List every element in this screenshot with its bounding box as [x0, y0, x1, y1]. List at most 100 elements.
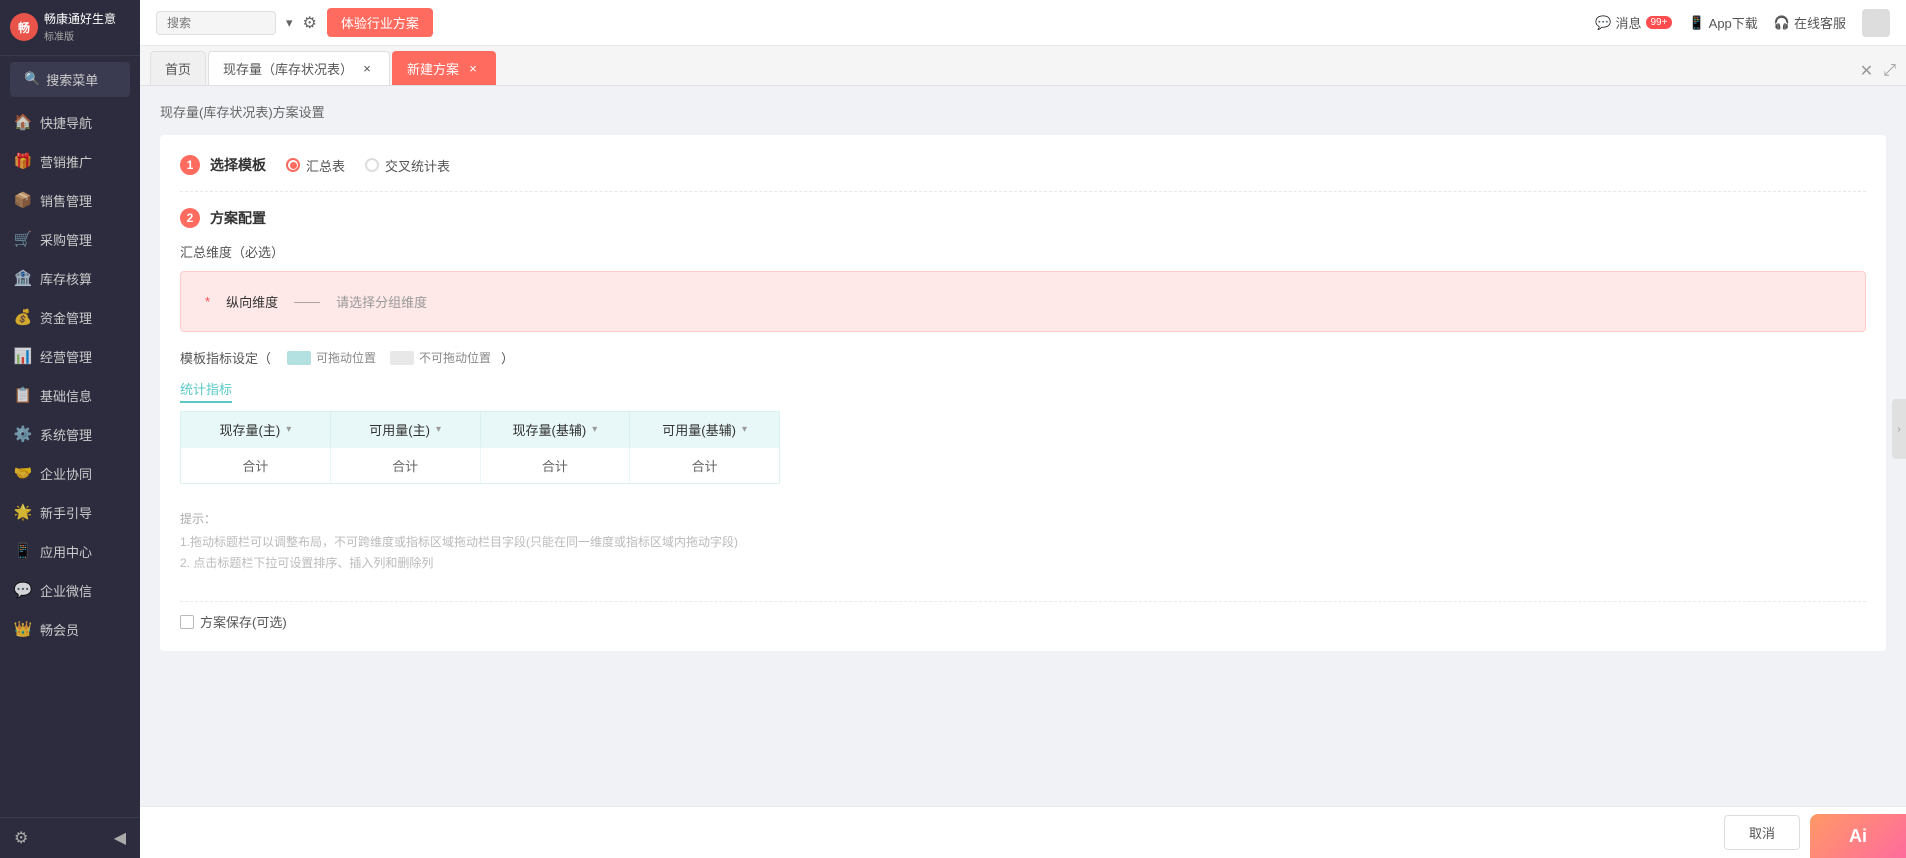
step1-num: 1 — [180, 155, 200, 175]
chart-icon: 📊 — [14, 347, 32, 365]
sidebar-item-system[interactable]: ⚙️ 系统管理 — [0, 415, 140, 454]
collapse-icon[interactable]: ◀ — [114, 828, 126, 848]
app-download-button[interactable]: 📱 App下载 — [1688, 13, 1757, 32]
page-title: 现存量(库存状况表)方案设置 — [160, 102, 1886, 121]
msg-button[interactable]: 💬 消息 99+ — [1595, 13, 1672, 32]
stats-table: 现存量(主) ▾ 可用量(主) ▾ 现存量(基辅) ▾ 可用量(基辅) — [180, 411, 780, 484]
tab-new-plan-close[interactable]: × — [465, 61, 481, 77]
user-avatar[interactable] — [1862, 9, 1890, 37]
sidebar-item-label: 销售管理 — [40, 191, 92, 210]
sidebar-item-label: 库存核算 — [40, 269, 92, 288]
sidebar-item-sales[interactable]: 📦 销售管理 — [0, 181, 140, 220]
topbar-search-input[interactable] — [156, 11, 276, 35]
radio-cross-label: 交叉统计表 — [385, 156, 450, 175]
radio-summary[interactable]: 汇总表 — [286, 156, 345, 175]
tab-home[interactable]: 首页 — [150, 51, 206, 85]
sidebar-item-basic-info[interactable]: 📋 基础信息 — [0, 376, 140, 415]
sidebar-item-wechat[interactable]: 💬 企业微信 — [0, 571, 140, 610]
col2-label: 可用量(主) — [369, 420, 430, 439]
bank-icon: 🏦 — [14, 269, 32, 287]
col4-chevron[interactable]: ▾ — [742, 424, 747, 435]
stats-col-1[interactable]: 现存量(主) ▾ — [181, 412, 331, 447]
sidebar-item-label: 资金管理 — [40, 308, 92, 327]
sidebar-logo: 畅 畅康通好生意 标准版 — [0, 0, 140, 56]
col1-chevron[interactable]: ▾ — [286, 424, 291, 435]
sidebar-nav: 🔍 搜索菜单 🏠 快捷导航 🎁 营销推广 📦 销售管理 🛒 采购管理 🏦 库存核… — [0, 56, 140, 817]
save-checkbox-label[interactable]: 方案保存(可选) — [180, 612, 1866, 631]
mobile-icon: 📱 — [14, 542, 32, 560]
save-checkbox[interactable] — [180, 615, 194, 629]
radio-cross[interactable]: 交叉统计表 — [365, 156, 450, 175]
panel-close-icon[interactable]: ✕ — [1860, 61, 1873, 81]
message-icon: 💬 — [1595, 15, 1611, 31]
cancel-button[interactable]: 取消 — [1724, 815, 1800, 850]
save-checkbox-text: 方案保存(可选) — [200, 612, 287, 631]
tab-inventory[interactable]: 现存量（库存状况表） × — [208, 51, 390, 85]
movable-label: 可拖动位置 — [316, 349, 376, 366]
tip-2: 2. 点击标题栏下拉可设置排序、插入列和删除列 — [180, 554, 1866, 571]
headset-icon: 🎧 — [1774, 15, 1790, 31]
industry-btn[interactable]: 体验行业方案 — [327, 8, 433, 37]
tip-1-text: 1.拖动标题栏可以调整布局，不可跨维度或指标区域拖动栏目字段(只能在同一维度或指… — [180, 533, 738, 550]
cell-1-2: 合计 — [331, 448, 481, 483]
legend-fixed: 不可拖动位置 — [390, 349, 491, 366]
dimension-row[interactable]: * 纵向维度 —— 请选择分组维度 — [180, 271, 1866, 332]
sidebar: 畅 畅康通好生意 标准版 🔍 搜索菜单 🏠 快捷导航 🎁 营销推广 📦 销售管理… — [0, 0, 140, 858]
sidebar-item-label: 畅会员 — [40, 620, 79, 639]
sidebar-item-label: 营销推广 — [40, 152, 92, 171]
radio-summary-dot — [286, 158, 300, 172]
col2-chevron[interactable]: ▾ — [436, 424, 441, 435]
stats-col-2[interactable]: 可用量(主) ▾ — [331, 412, 481, 447]
sidebar-item-cooperation[interactable]: 🤝 企业协同 — [0, 454, 140, 493]
col3-label: 现存量(基辅) — [513, 420, 587, 439]
chat-icon: 💬 — [14, 581, 32, 599]
msg-badge: 99+ — [1646, 16, 1673, 29]
footer-bar: 取消 查询 — [140, 806, 1906, 858]
tab-new-plan-label: 新建方案 — [407, 59, 459, 78]
ai-badge[interactable]: Ai — [1810, 814, 1906, 858]
sidebar-item-newbie[interactable]: 🌟 新手引导 — [0, 493, 140, 532]
sidebar-item-label: 企业协同 — [40, 464, 92, 483]
tab-inventory-close[interactable]: × — [359, 61, 375, 77]
tab-new-plan[interactable]: 新建方案 × — [392, 51, 496, 85]
online-service-button[interactable]: 🎧 在线客服 — [1774, 13, 1846, 32]
step1-options: 汇总表 交叉统计表 — [286, 156, 450, 175]
sidebar-item-label: 基础信息 — [40, 386, 92, 405]
sidebar-item-quick-nav[interactable]: 🏠 快捷导航 — [0, 103, 140, 142]
stats-col-4[interactable]: 可用量(基辅) ▾ — [630, 412, 779, 447]
fixed-label: 不可拖动位置 — [419, 349, 491, 366]
app-download-label: App下载 — [1709, 13, 1758, 32]
panel-expand-icon[interactable]: ⤢ — [1883, 62, 1896, 80]
summary-dim-label: 汇总维度（必选） — [180, 242, 1866, 261]
sidebar-item-finance[interactable]: 💰 资金管理 — [0, 298, 140, 337]
step2-num: 2 — [180, 208, 200, 228]
step1-label: 选择模板 — [210, 155, 266, 175]
sidebar-item-inventory[interactable]: 🏦 库存核算 — [0, 259, 140, 298]
dimension-placeholder: 请选择分组维度 — [336, 292, 427, 311]
app-name: 畅康通好生意 — [44, 12, 116, 28]
legend-movable: 可拖动位置 — [287, 349, 376, 366]
settings-footer-icon[interactable]: ⚙ — [14, 828, 28, 848]
topbar-gear-icon[interactable]: ⚙ — [303, 13, 317, 33]
col1-label: 现存量(主) — [220, 420, 281, 439]
sidebar-search-label: 搜索菜单 — [46, 70, 98, 89]
sidebar-item-app-center[interactable]: 📱 应用中心 — [0, 532, 140, 571]
gift-icon: 🎁 — [14, 152, 32, 170]
right-expand-handle[interactable]: › — [1892, 399, 1906, 459]
box-icon: 📦 — [14, 191, 32, 209]
topbar: ▾ ⚙ 体验行业方案 💬 消息 99+ 📱 App下载 🎧 在线客服 — [140, 0, 1906, 46]
sidebar-item-purchase[interactable]: 🛒 采购管理 — [0, 220, 140, 259]
col3-chevron[interactable]: ▾ — [592, 424, 597, 435]
sidebar-item-management[interactable]: 📊 经营管理 — [0, 337, 140, 376]
sidebar-item-member[interactable]: 👑 畅会员 — [0, 610, 140, 649]
tip-2-text: 2. 点击标题栏下拉可设置排序、插入列和删除列 — [180, 554, 433, 571]
app-name-block: 畅康通好生意 标准版 — [44, 12, 116, 43]
sidebar-item-label: 新手引导 — [40, 503, 92, 522]
sidebar-item-marketing[interactable]: 🎁 营销推广 — [0, 142, 140, 181]
sidebar-search-menu[interactable]: 🔍 搜索菜单 — [10, 62, 130, 97]
online-service-label: 在线客服 — [1794, 13, 1846, 32]
indicator-label-text: 模板指标设定（ — [180, 348, 271, 367]
stats-col-3[interactable]: 现存量(基辅) ▾ — [481, 412, 631, 447]
topbar-dropdown[interactable]: ▾ — [286, 15, 293, 31]
tab-home-label: 首页 — [165, 59, 191, 78]
